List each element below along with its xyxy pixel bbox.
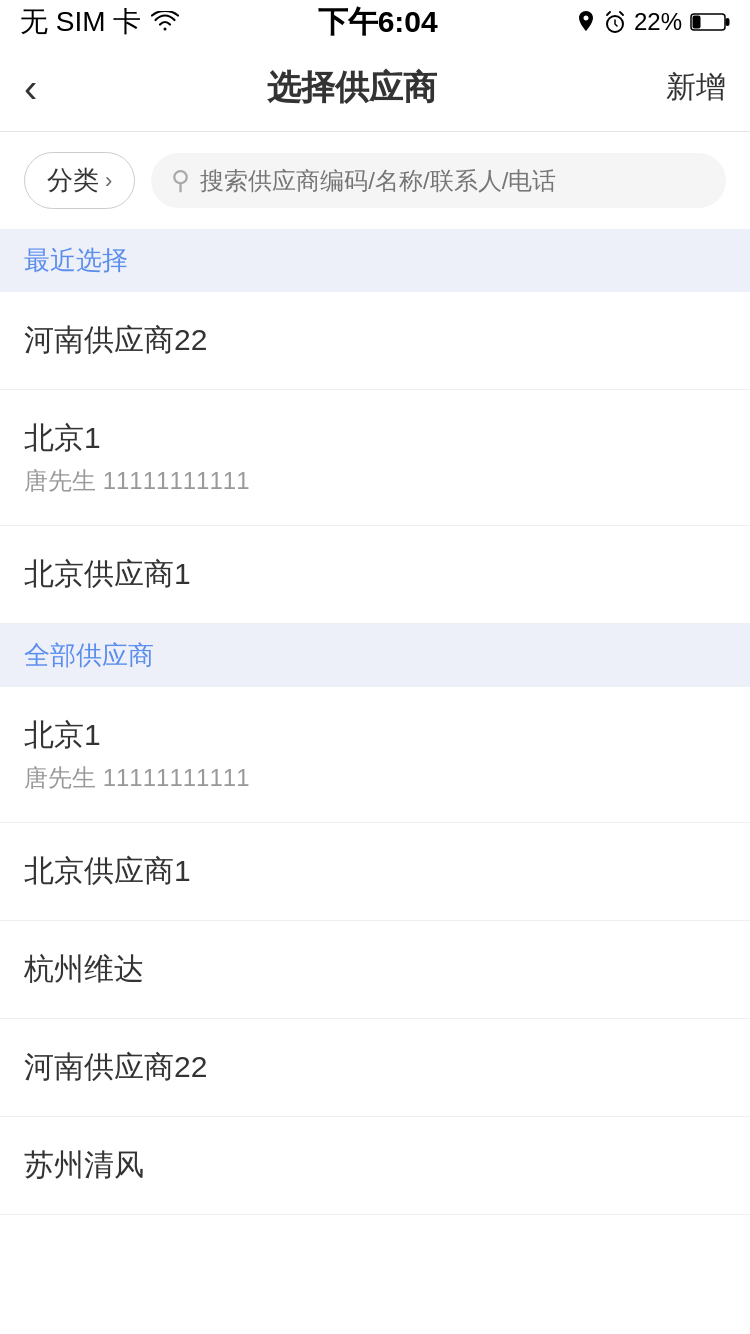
search-bar[interactable]: ⚲ [151, 153, 726, 208]
recent-section-label: 最近选择 [24, 245, 128, 275]
status-right: 22% [576, 8, 730, 36]
item-name: 北京供应商1 [24, 554, 726, 595]
list-item[interactable]: 苏州清风 [0, 1117, 750, 1215]
category-button[interactable]: 分类 › [24, 152, 135, 209]
item-name: 北京供应商1 [24, 851, 726, 892]
recent-items-list: 河南供应商22 北京1 唐先生 11111111111 北京供应商1 [0, 292, 750, 624]
list-item[interactable]: 河南供应商22 [0, 1019, 750, 1117]
status-time: 下午6:04 [318, 2, 438, 43]
page-title: 选择供应商 [267, 65, 437, 111]
svg-rect-3 [693, 16, 701, 29]
search-icon: ⚲ [171, 165, 190, 196]
list-item[interactable]: 杭州维达 [0, 921, 750, 1019]
alarm-icon [604, 11, 626, 33]
no-sim-text: 无 SIM 卡 [20, 3, 141, 41]
item-name: 杭州维达 [24, 949, 726, 990]
wifi-icon [151, 11, 179, 33]
recent-section-header: 最近选择 [0, 229, 750, 292]
list-item[interactable]: 北京1 唐先生 11111111111 [0, 390, 750, 526]
search-input[interactable] [200, 167, 706, 195]
item-contact: 唐先生 11111111111 [24, 762, 726, 794]
item-name: 北京1 [24, 715, 726, 756]
nav-bar: ‹ 选择供应商 新增 [0, 44, 750, 132]
all-items-list: 北京1 唐先生 11111111111 北京供应商1 杭州维达河南供应商22 苏州清… [0, 687, 750, 1215]
item-name: 河南供应商22 [24, 320, 726, 361]
category-label: 分类 [47, 163, 99, 198]
item-name: 北京1 [24, 418, 726, 459]
status-left: 无 SIM 卡 [20, 3, 179, 41]
item-name: 河南供应商22 [24, 1047, 726, 1088]
item-name: 苏州清风 [24, 1145, 726, 1186]
item-contact: 唐先生 11111111111 [24, 465, 726, 497]
list-item[interactable]: 北京供应商1 [0, 823, 750, 921]
back-button[interactable]: ‹ [24, 68, 37, 108]
battery-percentage: 22% [634, 8, 682, 36]
filter-bar: 分类 › ⚲ [0, 132, 750, 229]
list-item[interactable]: 河南供应商22 [0, 292, 750, 390]
svg-rect-2 [726, 18, 730, 26]
list-item[interactable]: 北京1 唐先生 11111111111 [0, 687, 750, 823]
all-section-header: 全部供应商 [0, 624, 750, 687]
list-item[interactable]: 北京供应商1 [0, 526, 750, 624]
location-icon [576, 11, 596, 33]
add-button[interactable]: 新增 [666, 67, 726, 108]
battery-icon [690, 12, 730, 32]
all-section-label: 全部供应商 [24, 640, 154, 670]
chevron-right-icon: › [105, 168, 112, 194]
status-bar: 无 SIM 卡 下午6:04 22% [0, 0, 750, 44]
